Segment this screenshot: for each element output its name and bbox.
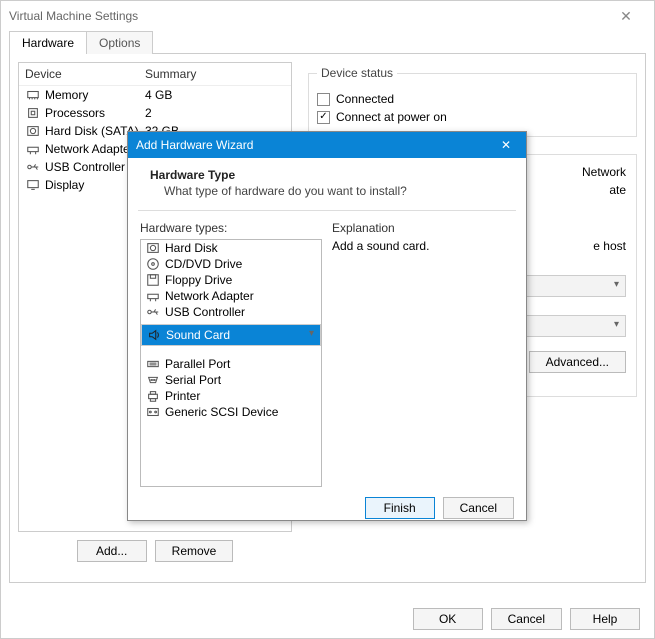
wizard-titlebar: Add Hardware Wizard ✕ — [128, 132, 526, 158]
connected-label: Connected — [336, 92, 394, 106]
tabs: Hardware Options — [1, 31, 654, 54]
wizard-heading: Hardware Type — [150, 168, 510, 182]
display-icon — [25, 178, 41, 192]
add-button[interactable]: Add... — [77, 540, 147, 562]
connect-at-power-on-checkbox[interactable]: ✓ Connect at power on — [317, 110, 628, 124]
network-text1: Network — [582, 165, 626, 179]
memory-icon — [25, 88, 41, 102]
hardware-type-item[interactable]: Sound Card — [141, 324, 321, 346]
hardware-type-label: Generic SCSI Device — [165, 405, 278, 419]
cd-icon — [145, 257, 161, 271]
tab-hardware[interactable]: Hardware — [9, 31, 87, 54]
device-summary: 4 GB — [145, 88, 172, 102]
hardware-types-list[interactable]: Hard Disk CD/DVD Drive Floppy Drive Network… — [140, 239, 322, 487]
hardware-type-item[interactable]: Hard Disk — [141, 240, 321, 256]
floppy-icon — [145, 273, 161, 287]
col-device: Device — [25, 67, 145, 81]
explanation-label: Explanation — [332, 221, 514, 235]
hdd-icon — [145, 241, 161, 255]
device-row[interactable]: Memory4 GB — [19, 86, 291, 104]
device-name: Memory — [45, 88, 145, 102]
wizard-cancel-button[interactable]: Cancel — [443, 497, 514, 519]
settings-window: Virtual Machine Settings ✕ Hardware Opti… — [0, 0, 655, 639]
usb-icon — [25, 160, 41, 174]
hardware-type-label: Hard Disk — [165, 241, 218, 255]
help-button[interactable]: Help — [570, 608, 640, 630]
hardware-type-label: Parallel Port — [165, 357, 230, 371]
tab-options[interactable]: Options — [86, 31, 153, 54]
device-name: Processors — [45, 106, 145, 120]
hardware-type-label: Printer — [165, 389, 200, 403]
hardware-type-item[interactable]: Floppy Drive — [141, 272, 321, 288]
explanation-text: Add a sound card. — [332, 239, 514, 253]
wizard-title: Add Hardware Wizard — [136, 138, 494, 152]
hardware-type-label: Sound Card — [166, 328, 230, 342]
hardware-type-label: Network Adapter — [165, 289, 254, 303]
hardware-type-item[interactable]: Network Adapter — [141, 288, 321, 304]
network-icon — [145, 289, 161, 303]
remove-button[interactable]: Remove — [155, 540, 234, 562]
parallel-icon — [145, 357, 161, 371]
hardware-type-label: Floppy Drive — [165, 273, 232, 287]
hdd-icon — [25, 124, 41, 138]
device-status-group: Device status Connected ✓ Connect at pow… — [308, 66, 637, 137]
ok-button[interactable]: OK — [413, 608, 483, 630]
device-summary: 2 — [145, 106, 152, 120]
finish-button[interactable]: Finish — [365, 497, 435, 519]
network-text2: ate — [609, 183, 626, 197]
checkbox-icon: ✓ — [317, 111, 330, 124]
window-title: Virtual Machine Settings — [9, 9, 606, 23]
close-icon[interactable]: ✕ — [606, 8, 646, 25]
hardware-type-label: Serial Port — [165, 373, 221, 387]
hardware-type-item[interactable]: Printer — [141, 388, 321, 404]
hardware-type-label: USB Controller — [165, 305, 245, 319]
advanced-button[interactable]: Advanced... — [529, 351, 626, 373]
hardware-type-item[interactable]: Serial Port — [141, 372, 321, 388]
device-row[interactable]: Processors2 — [19, 104, 291, 122]
add-hardware-wizard: Add Hardware Wizard ✕ Hardware Type What… — [127, 131, 527, 521]
usb-icon — [145, 305, 161, 319]
col-summary: Summary — [145, 67, 196, 81]
hardware-types-label: Hardware types: — [140, 221, 322, 235]
wizard-subheading: What type of hardware do you want to ins… — [164, 184, 510, 198]
hardware-type-label: CD/DVD Drive — [165, 257, 242, 271]
cancel-button[interactable]: Cancel — [491, 608, 562, 630]
hardware-type-item[interactable]: Parallel Port — [141, 356, 321, 372]
network-text3: e host — [593, 239, 626, 253]
wizard-close-icon[interactable]: ✕ — [494, 138, 518, 152]
sound-icon — [146, 328, 162, 342]
hardware-type-item[interactable]: USB Controller — [141, 304, 321, 320]
device-status-legend: Device status — [317, 66, 397, 80]
connect-power-label: Connect at power on — [336, 110, 447, 124]
hardware-type-item[interactable]: CD/DVD Drive — [141, 256, 321, 272]
network-icon — [25, 142, 41, 156]
footer-buttons: OK Cancel Help — [413, 608, 640, 630]
checkbox-icon — [317, 93, 330, 106]
cpu-icon — [25, 106, 41, 120]
scsi-icon — [145, 405, 161, 419]
connected-checkbox[interactable]: Connected — [317, 92, 628, 106]
hardware-type-item[interactable]: Generic SCSI Device — [141, 404, 321, 420]
serial-icon — [145, 373, 161, 387]
printer-icon — [145, 389, 161, 403]
titlebar: Virtual Machine Settings ✕ — [1, 1, 654, 31]
